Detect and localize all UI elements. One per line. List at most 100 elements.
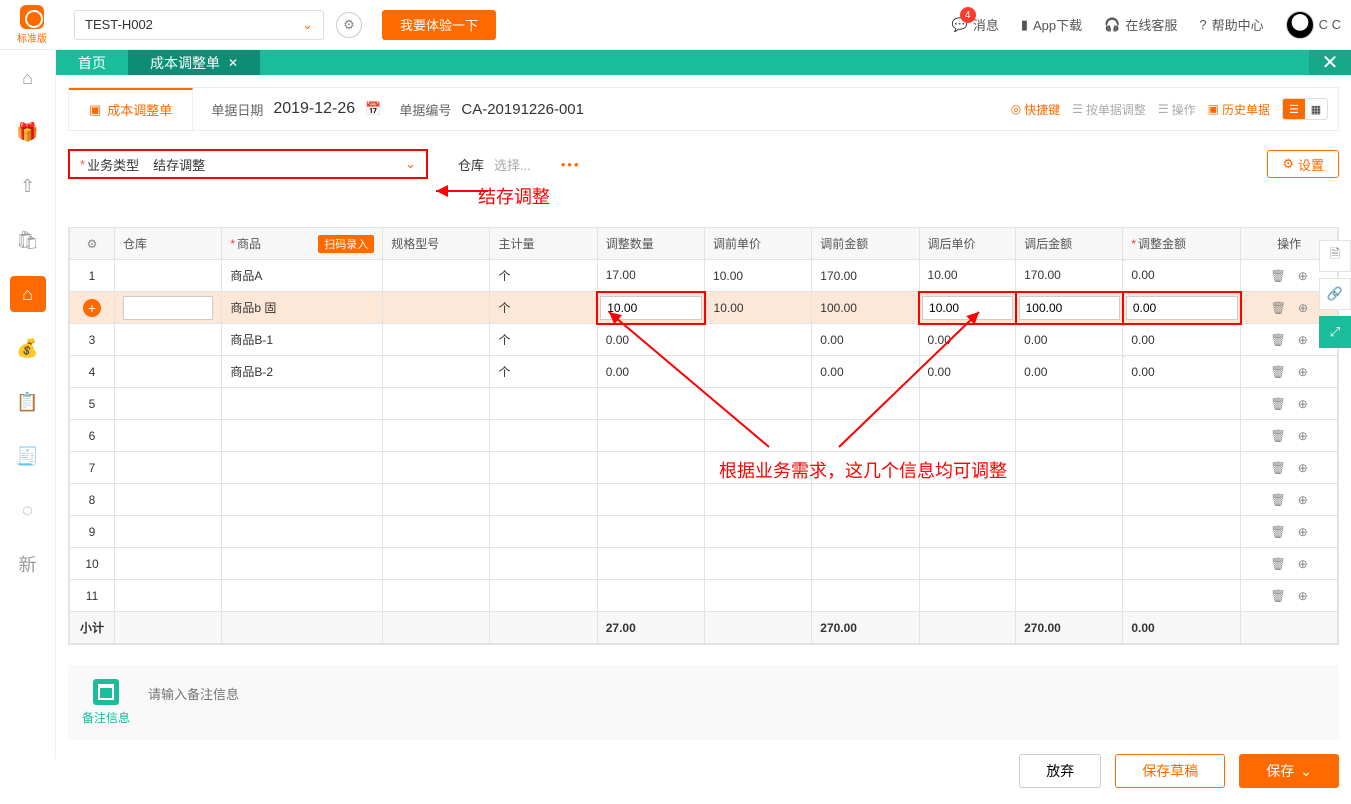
doc-tab[interactable]: ▣ 成本调整单: [69, 88, 193, 130]
hotkey-link[interactable]: ◎ 快捷键: [1011, 101, 1061, 118]
copy-row-icon[interactable]: ⊕: [1298, 493, 1308, 507]
nav-home-icon[interactable]: ⌂: [10, 60, 46, 96]
customer-service-link[interactable]: 🎧 在线客服: [1104, 15, 1177, 34]
delete-row-icon[interactable]: 🗑: [1271, 589, 1286, 603]
date-value[interactable]: 2019-12-26: [273, 100, 355, 118]
qty-input[interactable]: [600, 296, 701, 320]
delete-row-icon[interactable]: 🗑: [1271, 301, 1286, 315]
more-filters-icon[interactable]: •••: [561, 157, 581, 172]
nav-upload-icon[interactable]: ⇧: [10, 168, 46, 204]
discard-button[interactable]: 放弃: [1019, 754, 1101, 788]
nav-warehouse-icon[interactable]: ⌂: [10, 276, 46, 312]
annotation-2: 根据业务需求，这几个信息均可调整: [719, 457, 1007, 483]
scan-input-button[interactable]: 扫码录入: [318, 235, 374, 253]
warehouse-input[interactable]: [123, 296, 213, 320]
delete-row-icon[interactable]: 🗑: [1271, 397, 1286, 411]
subtotal-adj: 0.00: [1123, 612, 1241, 644]
nav-new-icon[interactable]: 新: [10, 546, 46, 582]
view-mode-toggle[interactable]: ☰ ▦: [1282, 98, 1328, 120]
copy-row-icon[interactable]: ⊕: [1298, 365, 1308, 379]
history-link[interactable]: ▣ 历史单据: [1208, 101, 1270, 118]
tabs-close-all[interactable]: ✕: [1309, 50, 1351, 75]
table-row[interactable]: 9🗑⊕: [70, 516, 1338, 548]
table-row[interactable]: 6🗑⊕: [70, 420, 1338, 452]
nav-gift-icon[interactable]: 🎁: [10, 114, 46, 150]
promo-button[interactable]: 我要体验一下: [382, 10, 496, 40]
save-button[interactable]: 保存 ⌄: [1239, 754, 1339, 788]
user-menu[interactable]: C C: [1286, 11, 1341, 39]
copy-row-icon[interactable]: ⊕: [1298, 269, 1308, 283]
delete-row-icon[interactable]: 🗑: [1271, 429, 1286, 443]
remark-label: 备注信息: [82, 679, 130, 726]
table-row[interactable]: 3商品B-1个0.000.000.000.000.00🗑⊕: [70, 324, 1338, 356]
table-row[interactable]: 5🗑⊕: [70, 388, 1338, 420]
messages-link[interactable]: 💬 消息 4: [952, 15, 999, 34]
nav-receipt-icon[interactable]: 🧾: [10, 438, 46, 474]
dock-note-icon[interactable]: 🗎: [1319, 240, 1351, 272]
copy-row-icon[interactable]: ⊕: [1298, 333, 1308, 347]
nav-cart-icon[interactable]: 🛍: [10, 222, 46, 258]
chevron-down-icon: ⌄: [302, 17, 313, 33]
calendar-icon[interactable]: 📅: [365, 101, 381, 117]
th-adjust-amount: *调整金额: [1123, 228, 1241, 260]
subtotal-qty: 27.00: [597, 612, 704, 644]
org-select[interactable]: TEST-H002 ⌄: [74, 10, 324, 40]
message-badge: 4: [960, 7, 976, 23]
table-row[interactable]: 10🗑⊕: [70, 548, 1338, 580]
note-icon: [93, 679, 119, 705]
settings-button[interactable]: ⚙ 设置: [1267, 150, 1339, 178]
biz-type-select[interactable]: * 业务类型 结存调整 ⌄: [68, 149, 428, 179]
help-center-link[interactable]: ? 帮助中心: [1199, 15, 1263, 34]
chevron-down-icon: ⌄: [405, 156, 416, 172]
table-row[interactable]: 4商品B-2个0.000.000.000.000.00🗑⊕: [70, 356, 1338, 388]
adjust-amount-input[interactable]: [1126, 296, 1238, 320]
nav-clipboard-icon[interactable]: 📋: [10, 384, 46, 420]
copy-row-icon[interactable]: ⊕: [1298, 301, 1308, 315]
save-draft-button[interactable]: 保存草稿: [1115, 754, 1225, 788]
app-download-link[interactable]: ▮ App下载: [1021, 15, 1082, 34]
avatar: [1286, 11, 1314, 39]
table-row[interactable]: 7🗑⊕: [70, 452, 1338, 484]
table-row[interactable]: 11🗑⊕: [70, 580, 1338, 612]
nav-sync-icon[interactable]: ◌: [10, 492, 46, 528]
close-icon[interactable]: ✕: [228, 56, 238, 70]
table-row[interactable]: +商品b 固个10.00100.00🗑⊕: [70, 292, 1338, 324]
copy-row-icon[interactable]: ⊕: [1298, 429, 1308, 443]
view-mode-card-icon[interactable]: ▦: [1305, 99, 1327, 119]
copy-row-icon[interactable]: ⊕: [1298, 589, 1308, 603]
copy-row-icon[interactable]: ⊕: [1298, 557, 1308, 571]
after-price-input[interactable]: [922, 296, 1013, 320]
remark-input[interactable]: [148, 679, 1325, 709]
subtotal-pa: 270.00: [812, 612, 919, 644]
delete-row-icon[interactable]: 🗑: [1271, 557, 1286, 571]
subtotal-aa: 270.00: [1016, 612, 1123, 644]
delete-row-icon[interactable]: 🗑: [1271, 525, 1286, 539]
tab-home[interactable]: 首页: [56, 50, 128, 75]
delete-row-icon[interactable]: 🗑: [1271, 269, 1286, 283]
delete-row-icon[interactable]: 🗑: [1271, 461, 1286, 475]
operations-link[interactable]: ☰ 操作: [1158, 101, 1196, 118]
dock-link-icon[interactable]: 🔗: [1319, 278, 1351, 310]
table-row[interactable]: 8🗑⊕: [70, 484, 1338, 516]
copy-row-icon[interactable]: ⊕: [1298, 461, 1308, 475]
gear-icon[interactable]: ⚙: [336, 12, 362, 38]
right-dock: 🗎 🔗 ⤢: [1319, 240, 1351, 348]
after-amount-input[interactable]: [1019, 296, 1120, 320]
phone-icon: ▮: [1021, 17, 1028, 33]
delete-row-icon[interactable]: 🗑: [1271, 333, 1286, 347]
table-row[interactable]: 1商品A个17.0010.00170.0010.00170.000.00🗑⊕: [70, 260, 1338, 292]
adjust-by-order-link[interactable]: ☰ 按单据调整: [1072, 101, 1146, 118]
th-unit: 主计量: [490, 228, 597, 260]
dock-expand-icon[interactable]: ⤢: [1319, 316, 1351, 348]
tab-cost-adjust[interactable]: 成本调整单 ✕: [128, 50, 260, 75]
copy-row-icon[interactable]: ⊕: [1298, 397, 1308, 411]
delete-row-icon[interactable]: 🗑: [1271, 365, 1286, 379]
warehouse-select[interactable]: 选择...: [494, 155, 531, 174]
add-row-icon[interactable]: +: [83, 299, 101, 317]
view-mode-list-icon[interactable]: ☰: [1283, 99, 1305, 119]
copy-row-icon[interactable]: ⊕: [1298, 525, 1308, 539]
delete-row-icon[interactable]: 🗑: [1271, 493, 1286, 507]
th-product: *商品扫码录入: [222, 228, 383, 260]
th-gear[interactable]: ⚙: [70, 228, 115, 260]
nav-money-icon[interactable]: 💰: [10, 330, 46, 366]
